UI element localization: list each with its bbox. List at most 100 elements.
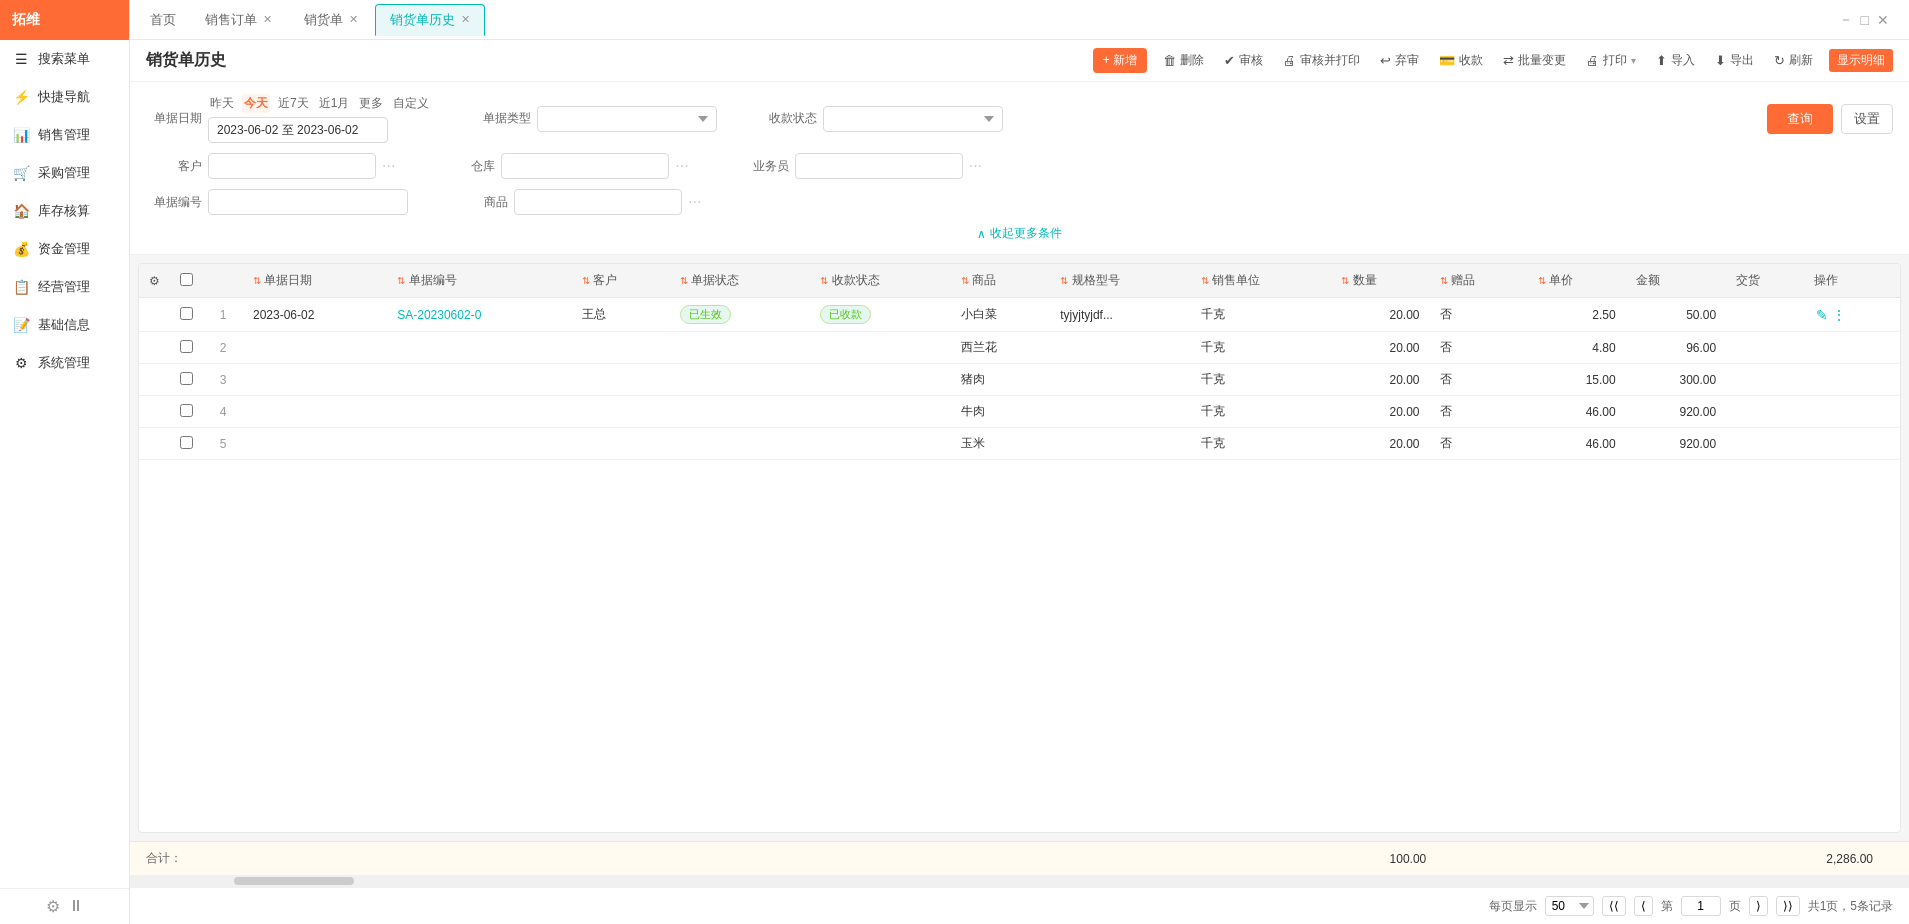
sidebar-item-sales-mgmt[interactable]: 📊 销售管理 <box>0 116 129 154</box>
collapse-filter-btn[interactable]: ∧ 收起更多条件 <box>146 225 1893 242</box>
row-checkbox[interactable] <box>180 340 193 353</box>
show-detail-button[interactable]: 显示明细 <box>1829 49 1893 72</box>
customer-input[interactable] <box>208 153 376 179</box>
row-checkbox[interactable] <box>180 307 193 320</box>
audit-button[interactable]: ✔ 审核 <box>1220 50 1267 71</box>
th-price[interactable]: ⇅ 单价 <box>1528 264 1626 298</box>
th-goods[interactable]: ⇅ 商品 <box>951 264 1050 298</box>
pay-status-select[interactable] <box>823 106 1003 132</box>
staff-input[interactable] <box>795 153 963 179</box>
td-checkbox[interactable] <box>170 364 203 396</box>
sidebar-pause-btn[interactable]: ⏸ <box>68 897 84 916</box>
tab-bar: 首页 销售订单 ✕ 销货单 ✕ 销货单历史 ✕ － □ ✕ <box>130 0 1909 40</box>
tab-sales-history-close[interactable]: ✕ <box>461 13 470 26</box>
goods-input[interactable] <box>514 189 682 215</box>
td-gear <box>139 428 170 460</box>
sidebar-item-ops-mgmt[interactable]: 📋 经营管理 <box>0 268 129 306</box>
th-customer[interactable]: ⇅ 客户 <box>572 264 670 298</box>
td-checkbox[interactable] <box>170 396 203 428</box>
sidebar-item-purchase-mgmt[interactable]: 🛒 采购管理 <box>0 154 129 192</box>
date-shortcut-1month[interactable]: 近1月 <box>317 94 352 113</box>
new-button[interactable]: + 新增 <box>1093 48 1147 73</box>
prev-page-btn[interactable]: ⟨ <box>1634 896 1653 916</box>
th-pay-status[interactable]: ⇅ 收款状态 <box>810 264 951 298</box>
delete-button[interactable]: 🗑 删除 <box>1159 50 1208 71</box>
warehouse-filter: 仓库 ··· <box>439 153 688 179</box>
date-shortcut-custom[interactable]: 自定义 <box>391 94 431 113</box>
staff-filter: 业务员 ··· <box>733 153 982 179</box>
warehouse-dots[interactable]: ··· <box>675 157 688 175</box>
batch-change-button[interactable]: ⇄ 批量变更 <box>1499 50 1570 71</box>
per-page-select[interactable]: 50 100 200 <box>1545 896 1594 916</box>
doc-type-select[interactable] <box>537 106 717 132</box>
edit-op-icon[interactable]: ✎ <box>1816 307 1828 323</box>
th-gear[interactable]: ⚙ <box>139 264 170 298</box>
customer-dots[interactable]: ··· <box>382 157 395 175</box>
query-button[interactable]: 查询 <box>1767 104 1833 134</box>
audit-print-button[interactable]: 🖨 审核并打印 <box>1279 50 1364 71</box>
td-checkbox[interactable] <box>170 428 203 460</box>
th-gift[interactable]: ⇅ 赠品 <box>1430 264 1528 298</box>
tab-sales-goods-close[interactable]: ✕ <box>349 13 358 26</box>
th-qty[interactable]: ⇅ 数量 <box>1331 264 1429 298</box>
sidebar-item-search-menu[interactable]: ☰ 搜索菜单 <box>0 40 129 78</box>
doc-no-input[interactable] <box>208 189 408 215</box>
goods-dots[interactable]: ··· <box>688 193 701 211</box>
sales-mgmt-icon: 📊 <box>12 126 30 144</box>
doc-no-link[interactable]: SA-20230602-0 <box>397 308 481 322</box>
sidebar-settings-btn[interactable]: ⚙ <box>46 897 60 916</box>
th-date[interactable]: ⇅ 单据日期 <box>243 264 387 298</box>
date-shortcut-today[interactable]: 今天 <box>242 94 270 113</box>
sidebar-item-base-info[interactable]: 📝 基础信息 <box>0 306 129 344</box>
row-checkbox[interactable] <box>180 404 193 417</box>
tab-home[interactable]: 首页 <box>138 11 188 29</box>
th-doc-status[interactable]: ⇅ 单据状态 <box>670 264 811 298</box>
maximize-btn[interactable]: □ <box>1861 12 1869 28</box>
td-customer: 王总 <box>572 298 670 332</box>
date-shortcut-yesterday[interactable]: 昨天 <box>208 94 236 113</box>
refresh-button[interactable]: ↻ 刷新 <box>1770 50 1817 71</box>
tab-sales-goods[interactable]: 销货单 ✕ <box>289 4 373 36</box>
sidebar-item-sys-mgmt[interactable]: ⚙ 系统管理 <box>0 344 129 382</box>
tab-sales-order-close[interactable]: ✕ <box>263 13 272 26</box>
close-btn[interactable]: ✕ <box>1877 12 1889 28</box>
sidebar-item-inventory[interactable]: 🏠 库存核算 <box>0 192 129 230</box>
import-button[interactable]: ⬆ 导入 <box>1652 50 1699 71</box>
scrollbar-area[interactable] <box>130 875 1909 887</box>
last-page-btn[interactable]: ⟩⟩ <box>1776 896 1800 916</box>
warehouse-input[interactable] <box>501 153 669 179</box>
scrollbar-thumb[interactable] <box>234 877 354 885</box>
minimize-btn[interactable]: － <box>1839 11 1853 29</box>
sidebar-item-label: 资金管理 <box>38 240 90 258</box>
print-button[interactable]: 🖨 打印 ▾ <box>1582 50 1640 71</box>
td-goods: 西兰花 <box>951 332 1050 364</box>
td-gift: 否 <box>1430 396 1528 428</box>
select-all-checkbox[interactable] <box>180 273 193 286</box>
abandon-button[interactable]: ↩ 弃审 <box>1376 50 1423 71</box>
td-checkbox[interactable] <box>170 332 203 364</box>
th-spec[interactable]: ⇅ 规格型号 <box>1050 264 1191 298</box>
date-shortcut-more[interactable]: 更多 <box>357 94 385 113</box>
first-page-btn[interactable]: ⟨⟨ <box>1602 896 1626 916</box>
th-unit[interactable]: ⇅ 销售单位 <box>1191 264 1332 298</box>
sidebar-item-quick-nav[interactable]: ⚡ 快捷导航 <box>0 78 129 116</box>
th-checkbox[interactable] <box>170 264 203 298</box>
more-op-icon[interactable]: ⋮ <box>1832 307 1846 323</box>
date-range-input[interactable] <box>208 117 388 143</box>
sidebar-item-finance[interactable]: 💰 资金管理 <box>0 230 129 268</box>
staff-dots[interactable]: ··· <box>969 157 982 175</box>
td-customer <box>572 364 670 396</box>
collect-button[interactable]: 💳 收款 <box>1435 50 1487 71</box>
set-button[interactable]: 设置 <box>1841 104 1893 134</box>
tab-sales-history[interactable]: 销货单历史 ✕ <box>375 4 485 36</box>
tab-sales-order[interactable]: 销售订单 ✕ <box>190 4 287 36</box>
page-number-input[interactable] <box>1681 896 1721 916</box>
row-checkbox[interactable] <box>180 436 193 449</box>
td-checkbox[interactable] <box>170 298 203 332</box>
next-page-btn[interactable]: ⟩ <box>1749 896 1768 916</box>
date-shortcut-7days[interactable]: 近7天 <box>276 94 311 113</box>
td-spec <box>1050 332 1191 364</box>
row-checkbox[interactable] <box>180 372 193 385</box>
export-button[interactable]: ⬇ 导出 <box>1711 50 1758 71</box>
th-doc-no[interactable]: ⇅ 单据编号 <box>387 264 571 298</box>
